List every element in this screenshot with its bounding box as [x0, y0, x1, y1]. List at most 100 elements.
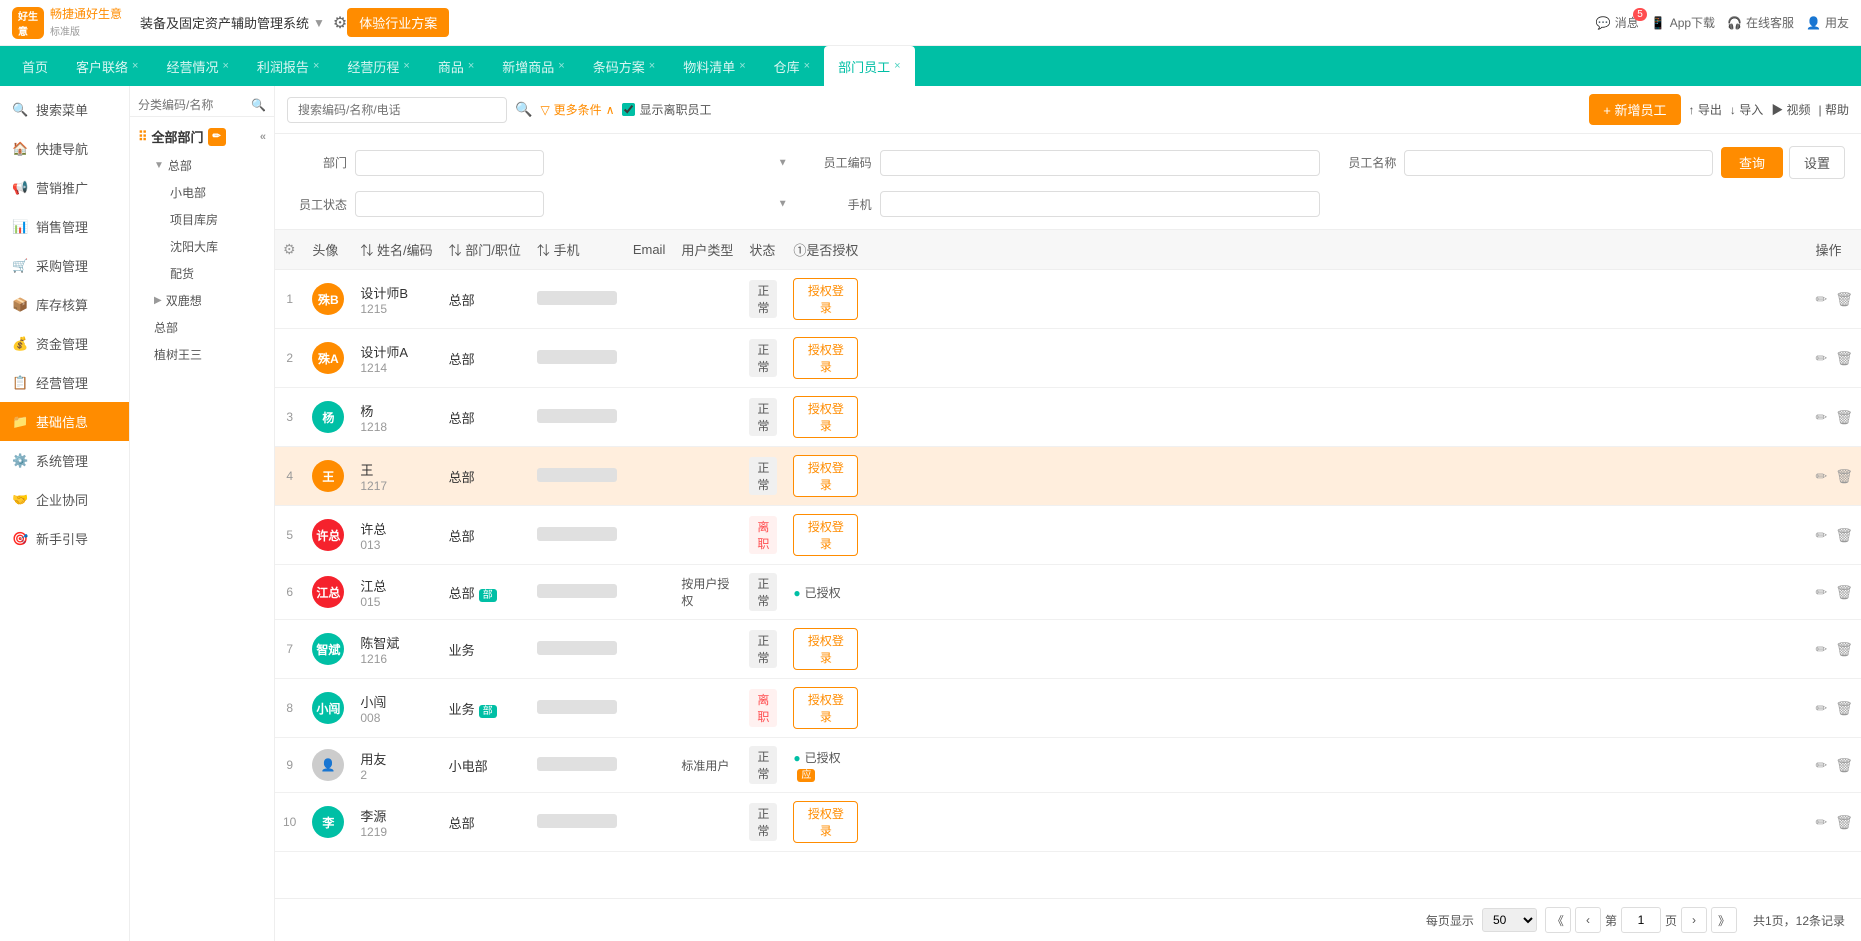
prev-page-btn[interactable]: ‹	[1575, 907, 1601, 933]
first-page-btn[interactable]: 《	[1545, 907, 1571, 933]
close-icon[interactable]: ×	[649, 60, 655, 72]
col-phone[interactable]: ⇅ 手机	[529, 230, 625, 270]
filter-empcode-input[interactable]	[880, 150, 1321, 176]
import-button[interactable]: ↓ 导入	[1730, 101, 1763, 118]
edit-icon[interactable]: ✏	[1815, 350, 1827, 367]
tab-warehouse[interactable]: 仓库 ×	[760, 46, 824, 86]
edit-icon[interactable]: ✏	[1815, 468, 1827, 485]
dept-node-shenyang[interactable]: 沈阳大库	[154, 233, 274, 260]
delete-icon[interactable]: 🗑	[1835, 527, 1853, 544]
arrow-down-icon[interactable]: ▼	[313, 16, 325, 30]
close-icon[interactable]: ×	[894, 60, 900, 72]
auth-login-button[interactable]: 授权登录	[793, 514, 858, 556]
delete-icon[interactable]: 🗑	[1835, 468, 1853, 485]
edit-icon[interactable]: ✏	[1815, 584, 1827, 601]
tab-profit[interactable]: 利润报告 ×	[243, 46, 333, 86]
filter-empname-input[interactable]	[1404, 150, 1713, 176]
sidebar-item-basic[interactable]: 📁 基础信息	[0, 402, 129, 441]
tab-goods[interactable]: 商品 ×	[424, 46, 488, 86]
tab-customer[interactable]: 客户联络 ×	[62, 46, 152, 86]
auth-login-button[interactable]: 授权登录	[793, 455, 858, 497]
auth-login-button[interactable]: 授权登录	[793, 801, 858, 843]
trial-button[interactable]: 体验行业方案	[347, 8, 449, 37]
col-settings[interactable]: ⚙	[275, 230, 304, 270]
set-button[interactable]: 设置	[1789, 146, 1845, 179]
sidebar-item-purchase[interactable]: 🛒 采购管理	[0, 246, 129, 285]
message-icon-item[interactable]: 💬 消息 5	[1596, 14, 1639, 31]
close-icon[interactable]: ×	[558, 60, 564, 72]
close-icon[interactable]: ×	[804, 60, 810, 72]
delete-icon[interactable]: 🗑	[1835, 814, 1853, 831]
tab-history[interactable]: 经营历程 ×	[333, 46, 423, 86]
col-dept[interactable]: ⇅ 部门/职位	[441, 230, 529, 270]
delete-icon[interactable]: 🗑	[1835, 584, 1853, 601]
col-name[interactable]: ⇅ 姓名/编码	[352, 230, 440, 270]
view-button[interactable]: ▶ 视频	[1771, 101, 1810, 118]
sidebar-item-inventory[interactable]: 📦 库存核算	[0, 285, 129, 324]
auth-login-button[interactable]: 授权登录	[793, 278, 858, 320]
query-button[interactable]: 查询	[1721, 147, 1783, 178]
edit-icon[interactable]: ✏	[1815, 814, 1827, 831]
delete-icon[interactable]: 🗑	[1835, 350, 1853, 367]
sidebar-item-quicknav[interactable]: 🏠 快捷导航	[0, 129, 129, 168]
app-download-item[interactable]: 📱 App下载	[1651, 14, 1715, 31]
next-page-btn[interactable]: ›	[1681, 907, 1707, 933]
edit-icon[interactable]: ✏	[1815, 757, 1827, 774]
tab-employee[interactable]: 部门员工 ×	[824, 46, 914, 86]
close-icon[interactable]: ×	[468, 60, 474, 72]
help-button[interactable]: | 帮助	[1819, 101, 1849, 118]
close-icon[interactable]: ×	[132, 60, 138, 72]
dept-header[interactable]: ⠿ 全部部门 ✏ «	[130, 121, 274, 152]
dept-node-zongbu2[interactable]: 总部	[138, 314, 274, 341]
search-input[interactable]	[287, 97, 507, 123]
edit-icon[interactable]: ✏	[1815, 700, 1827, 717]
settings-icon[interactable]: ⚙	[333, 13, 347, 33]
sidebar-item-marketing[interactable]: 📢 营销推广	[0, 168, 129, 207]
filter-button[interactable]: ▽ 更多条件 ∧	[540, 101, 614, 118]
tab-barcode[interactable]: 条码方案 ×	[579, 46, 669, 86]
delete-icon[interactable]: 🗑	[1835, 700, 1853, 717]
filter-status-input[interactable]	[355, 191, 544, 217]
filter-dept-input[interactable]	[355, 150, 544, 176]
auth-login-button[interactable]: 授权登录	[793, 687, 858, 729]
sidebar-item-guide[interactable]: 🎯 新手引导	[0, 519, 129, 558]
delete-icon[interactable]: 🗑	[1835, 757, 1853, 774]
edit-icon[interactable]: ✏	[1815, 291, 1827, 308]
dept-node-zongbu[interactable]: ▼ 总部	[138, 152, 274, 179]
add-employee-button[interactable]: + 新增员工	[1589, 94, 1680, 125]
tab-new-goods[interactable]: 新增商品 ×	[488, 46, 578, 86]
close-icon[interactable]: ×	[739, 60, 745, 72]
user-avatar-item[interactable]: 👤 用友	[1806, 14, 1849, 31]
delete-icon[interactable]: 🗑	[1835, 641, 1853, 658]
show-departed-checkbox[interactable]	[622, 103, 635, 116]
dept-node-shuanglu[interactable]: ▶ 双鹿想	[138, 287, 274, 314]
dept-node-xiaodianbu[interactable]: 小电部	[154, 179, 274, 206]
dept-node-peihuo[interactable]: 配货	[154, 260, 274, 287]
sidebar-item-finance[interactable]: 💰 资金管理	[0, 324, 129, 363]
edit-icon[interactable]: ✏	[1815, 527, 1827, 544]
sidebar-item-sales[interactable]: 📊 销售管理	[0, 207, 129, 246]
dept-search-icon[interactable]: 🔍	[251, 98, 266, 112]
tab-home[interactable]: 首页	[8, 46, 62, 86]
edit-icon[interactable]: ✏	[1815, 641, 1827, 658]
page-size-select[interactable]: 50 20 100	[1482, 908, 1537, 932]
search-button[interactable]: 🔍	[515, 101, 532, 118]
edit-dept-icon[interactable]: ✏	[208, 128, 226, 146]
tab-operation[interactable]: 经营情况 ×	[152, 46, 242, 86]
page-input[interactable]	[1621, 907, 1661, 933]
last-page-btn[interactable]: 》	[1711, 907, 1737, 933]
collapse-icon[interactable]: «	[260, 131, 266, 143]
sidebar-item-system[interactable]: ⚙️ 系统管理	[0, 441, 129, 480]
sidebar-item-manage[interactable]: 📋 经营管理	[0, 363, 129, 402]
sidebar-item-search[interactable]: 🔍 搜索菜单	[0, 90, 129, 129]
auth-login-button[interactable]: 授权登录	[793, 628, 858, 670]
auth-login-button[interactable]: 授权登录	[793, 337, 858, 379]
dept-search-input[interactable]	[138, 98, 251, 112]
close-icon[interactable]: ×	[313, 60, 319, 72]
sidebar-item-collab[interactable]: 🤝 企业协同	[0, 480, 129, 519]
auth-login-button[interactable]: 授权登录	[793, 396, 858, 438]
close-icon[interactable]: ×	[222, 60, 228, 72]
show-departed-label[interactable]: 显示离职员工	[622, 101, 711, 118]
online-service-item[interactable]: 🎧 在线客服	[1727, 14, 1794, 31]
delete-icon[interactable]: 🗑	[1835, 291, 1853, 308]
